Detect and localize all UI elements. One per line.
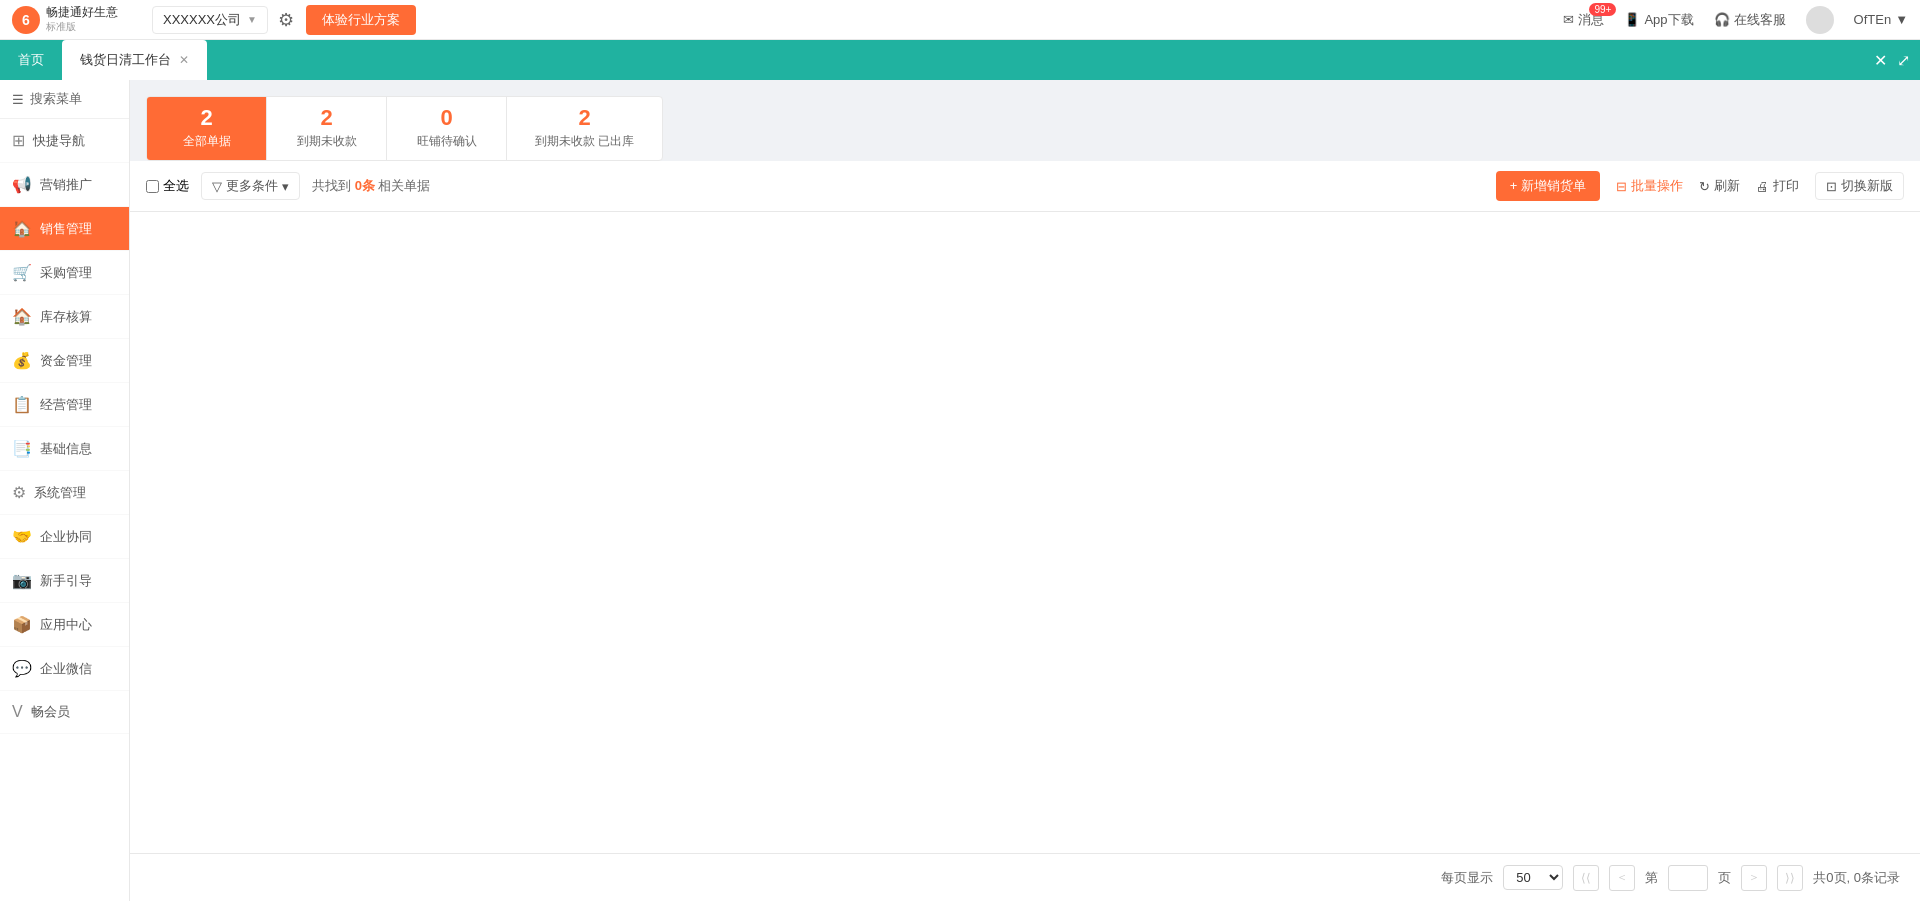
logo-area: 6 畅捷通好生意 标准版 — [12, 5, 142, 35]
filter-tab-pending[interactable]: 0 旺铺待确认 — [387, 97, 507, 160]
tab-home[interactable]: 首页 — [0, 40, 62, 80]
chevron-down-icon: ▼ — [247, 14, 257, 25]
sidebar-item-operations[interactable]: 📋 经营管理 — [0, 383, 129, 427]
add-sales-order-button[interactable]: + 新增销货单 — [1496, 171, 1600, 201]
sidebar-search[interactable]: ☰ 搜索菜单 — [0, 80, 129, 119]
toolbar: 全选 ▽ 更多条件 ▾ 共找到 0条 相关单据 + 新增销货单 — [130, 161, 1920, 212]
chevron-filter-icon: ▾ — [282, 179, 289, 194]
per-page-label: 每页显示 — [1441, 869, 1493, 887]
sidebar-item-wechat[interactable]: 💬 企业微信 — [0, 647, 129, 691]
company-name: XXXXXX公司 — [163, 11, 241, 29]
print-button[interactable]: 🖨 打印 — [1756, 177, 1799, 195]
enterprise-icon: 🤝 — [12, 527, 32, 546]
select-all-checkbox-label[interactable]: 全选 — [146, 177, 189, 195]
funds-icon: 💰 — [12, 351, 32, 370]
close-tab-icon[interactable]: ✕ — [179, 53, 189, 67]
sidebar-item-marketing[interactable]: 📢 营销推广 — [0, 163, 129, 207]
online-service-button[interactable]: 🎧 在线客服 — [1714, 11, 1786, 29]
app-logo-icon: 6 — [12, 6, 40, 34]
toolbar-left: 全选 ▽ 更多条件 ▾ 共找到 0条 相关单据 — [146, 172, 1484, 200]
member-icon: V — [12, 703, 23, 721]
search-icon: ☰ — [12, 92, 24, 107]
experience-button[interactable]: 体验行业方案 — [306, 5, 416, 35]
marketing-icon: 📢 — [12, 175, 32, 194]
user-name[interactable]: OfTEn ▼ — [1854, 12, 1908, 27]
sidebar-item-system[interactable]: ⚙ 系统管理 — [0, 471, 129, 515]
sidebar-item-enterprise[interactable]: 🤝 企业协同 — [0, 515, 129, 559]
filter-icon: ▽ — [212, 179, 222, 194]
switch-icon: ⊡ — [1826, 179, 1837, 194]
message-button[interactable]: ✉ 消息 99+ — [1563, 11, 1604, 29]
sidebar-item-purchase[interactable]: 🛒 采购管理 — [0, 251, 129, 295]
select-all-checkbox[interactable] — [146, 180, 159, 193]
user-avatar[interactable] — [1806, 6, 1834, 34]
system-icon: ⚙ — [12, 483, 26, 502]
app-download-button[interactable]: 📱 App下载 — [1624, 11, 1693, 29]
basic-info-icon: 📑 — [12, 439, 32, 458]
company-selector[interactable]: XXXXXX公司 ▼ — [152, 6, 268, 34]
sidebar-item-quick-nav[interactable]: ⊞ 快捷导航 — [0, 119, 129, 163]
message-icon: ✉ — [1563, 12, 1574, 27]
filter-tabs: 2 全部单据 2 到期未收款 0 旺铺待确认 2 到期未收款 已出库 — [146, 96, 663, 161]
download-icon: 📱 — [1624, 12, 1640, 27]
pagination: 每页显示 50 100 200 ⟨⟨ ＜ 第 1 页 ＞ ⟩⟩ 共0页, 0条记… — [130, 853, 1920, 901]
nav-tabs-bar: 首页 钱货日清工作台 ✕ ✕ ⤢ — [0, 40, 1920, 80]
top-header: 6 畅捷通好生意 标准版 XXXXXX公司 ▼ ⚙ 体验行业方案 ✉ 消息 99… — [0, 0, 1920, 40]
filter-tab-overdue[interactable]: 2 到期未收款 — [267, 97, 387, 160]
sidebar-item-app-center[interactable]: 📦 应用中心 — [0, 603, 129, 647]
batch-op-button[interactable]: ⊟ 批量操作 — [1616, 177, 1683, 195]
found-count: 0条 — [355, 178, 375, 193]
service-icon: 🎧 — [1714, 12, 1730, 27]
filter-tabs-container: 2 全部单据 2 到期未收款 0 旺铺待确认 2 到期未收款 已出库 — [130, 80, 1920, 161]
operations-icon: 📋 — [12, 395, 32, 414]
message-badge: 99+ — [1589, 3, 1616, 16]
sidebar-item-inventory[interactable]: 🏠 库存核算 — [0, 295, 129, 339]
sidebar: ☰ 搜索菜单 ⊞ 快捷导航 📢 营销推广 🏠 销售管理 🛒 采购管理 🏠 库存核… — [0, 80, 130, 901]
wechat-icon: 💬 — [12, 659, 32, 678]
last-page-button[interactable]: ⟩⟩ — [1777, 865, 1803, 891]
nav-right-controls: ✕ ⤢ — [1874, 40, 1920, 80]
filter-tab-all[interactable]: 2 全部单据 — [147, 97, 267, 160]
total-text: 共0页, 0条记录 — [1813, 869, 1900, 887]
filter-tab-overdue-shipped[interactable]: 2 到期未收款 已出库 — [507, 97, 662, 160]
close-window-icon[interactable]: ✕ — [1874, 51, 1887, 70]
page-size-select[interactable]: 50 100 200 — [1503, 865, 1563, 890]
refresh-button[interactable]: ↻ 刷新 — [1699, 177, 1740, 195]
tab-qhrc[interactable]: 钱货日清工作台 ✕ — [62, 40, 207, 80]
main-layout: ☰ 搜索菜单 ⊞ 快捷导航 📢 营销推广 🏠 销售管理 🛒 采购管理 🏠 库存核… — [0, 80, 1920, 901]
sales-icon: 🏠 — [12, 219, 32, 238]
switch-version-button[interactable]: ⊡ 切换新版 — [1815, 172, 1904, 200]
content-area: 2 全部单据 2 到期未收款 0 旺铺待确认 2 到期未收款 已出库 — [130, 80, 1920, 901]
more-filter-button[interactable]: ▽ 更多条件 ▾ — [201, 172, 300, 200]
header-right: ✉ 消息 99+ 📱 App下载 🎧 在线客服 OfTEn ▼ — [1563, 6, 1908, 34]
page-label: 第 — [1645, 869, 1658, 887]
app-title: 畅捷通好生意 标准版 — [46, 5, 118, 35]
refresh-icon: ↻ — [1699, 179, 1710, 194]
app-center-icon: 📦 — [12, 615, 32, 634]
prev-page-button[interactable]: ＜ — [1609, 865, 1635, 891]
sidebar-item-funds[interactable]: 💰 资金管理 — [0, 339, 129, 383]
user-chevron-icon: ▼ — [1895, 12, 1908, 27]
purchase-icon: 🛒 — [12, 263, 32, 282]
batch-icon: ⊟ — [1616, 179, 1627, 194]
found-text: 共找到 0条 相关单据 — [312, 177, 430, 195]
settings-icon[interactable]: ⚙ — [278, 9, 294, 31]
first-page-button[interactable]: ⟨⟨ — [1573, 865, 1599, 891]
quick-nav-icon: ⊞ — [12, 131, 25, 150]
table-area — [130, 212, 1920, 853]
sidebar-item-sales[interactable]: 🏠 销售管理 — [0, 207, 129, 251]
toolbar-right: + 新增销货单 ⊟ 批量操作 ↻ 刷新 🖨 打印 ⊡ — [1496, 171, 1904, 201]
inventory-icon: 🏠 — [12, 307, 32, 326]
sidebar-item-basic-info[interactable]: 📑 基础信息 — [0, 427, 129, 471]
sidebar-item-guide[interactable]: 📷 新手引导 — [0, 559, 129, 603]
guide-icon: 📷 — [12, 571, 32, 590]
main-content: 全选 ▽ 更多条件 ▾ 共找到 0条 相关单据 + 新增销货单 — [130, 161, 1920, 901]
sidebar-item-member[interactable]: V 畅会员 — [0, 691, 129, 734]
print-icon: 🖨 — [1756, 179, 1769, 194]
maximize-icon[interactable]: ⤢ — [1897, 51, 1910, 70]
next-page-button[interactable]: ＞ — [1741, 865, 1767, 891]
page-suffix: 页 — [1718, 869, 1731, 887]
page-input[interactable]: 1 — [1668, 865, 1708, 891]
